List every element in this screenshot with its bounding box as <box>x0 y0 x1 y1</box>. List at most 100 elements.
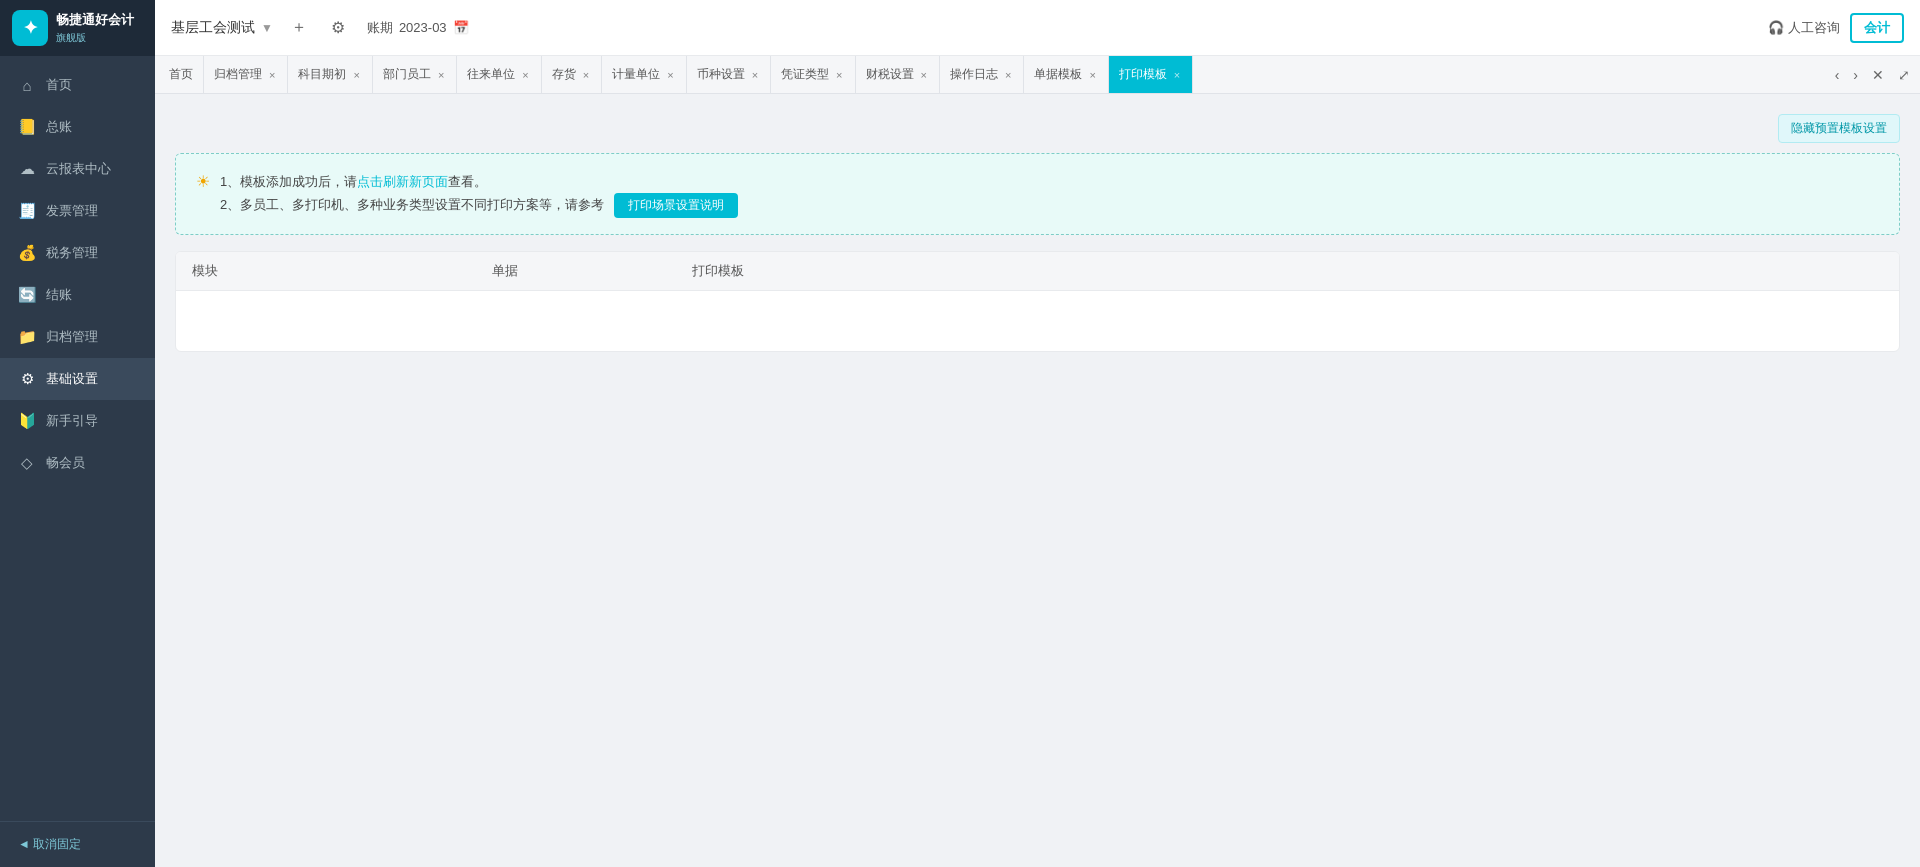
tab-label-tax-settings: 财税设置 <box>866 66 914 83</box>
company-name: 基层工会测试 <box>171 19 255 37</box>
table-body <box>176 291 1899 351</box>
sidebar-unpin[interactable]: ◄ 取消固定 <box>0 821 155 867</box>
tab-operation-log[interactable]: 操作日志 × <box>940 56 1024 93</box>
tab-close-unit[interactable]: × <box>665 69 675 81</box>
add-tab-button[interactable]: ＋ <box>285 13 313 42</box>
info-box: ☀ 1、模板添加成功后，请点击刷新新页面查看。 2、多员工、多打印机、多种业务类… <box>175 153 1900 235</box>
bulb-icon: ☀ <box>196 172 210 191</box>
tab-label-unit: 计量单位 <box>612 66 660 83</box>
sidebar-nav: ⌂ 首页 📒 总账 ☁ 云报表中心 🧾发票管理💰税务管理🔄结账 📁 归档管理 ⚙ 基础设置 🔰新手引导… <box>0 56 155 821</box>
sidebar: ✦ 畅捷通好会计 旗舰版 ⌂首页📒总账☁云报表中心🧾发票管理💰税务管理🔄结账📁归… <box>0 0 155 867</box>
sidebar-item-beginner[interactable]: 🔰新手引导 <box>0 400 155 442</box>
tab-unit[interactable]: 计量单位 × <box>602 56 686 93</box>
tab-close-all-button[interactable]: ✕ <box>1866 63 1890 87</box>
tab-label-partner: 往来单位 <box>467 66 515 83</box>
tab-label-single-doc: 单据模板 <box>1034 66 1082 83</box>
tab-close-operation-log[interactable]: × <box>1003 69 1013 81</box>
tab-single-doc[interactable]: 单据模板 × <box>1024 56 1108 93</box>
tab-close-subject-init[interactable]: × <box>351 69 361 81</box>
topbar: 基层工会测试 ▼ ＋ ⚙ 账期 2023-03 📅 🎧 人工咨询 会计 <box>155 0 1920 56</box>
info-line-1: 1、模板添加成功后，请点击刷新新页面查看。 <box>220 170 738 193</box>
tab-close-partner[interactable]: × <box>520 69 530 81</box>
tab-close-inventory[interactable]: × <box>581 69 591 81</box>
headset-icon: 🎧 <box>1768 20 1784 35</box>
tab-close-tax-settings[interactable]: × <box>919 69 929 81</box>
tab-label-subject-init: 科目期初 <box>298 66 346 83</box>
tab-subject-init[interactable]: 科目期初 × <box>288 56 372 93</box>
logo-icon: ✦ <box>12 10 48 46</box>
sidebar-label-ledger: 总账 <box>46 118 72 136</box>
tab-department[interactable]: 部门员工× <box>373 56 457 93</box>
tax-icon: 💰 <box>18 244 36 262</box>
sidebar-label-archive: 归档管理 <box>46 328 98 346</box>
tab-archive-mgmt[interactable]: 归档管理× <box>204 56 288 93</box>
support-button[interactable]: 🎧 人工咨询 <box>1768 19 1840 37</box>
logo-title: 畅捷通好会计 <box>56 11 134 29</box>
sidebar-item-member[interactable]: ◇ 畅会员 <box>0 442 155 484</box>
main-area: 基层工会测试 ▼ ＋ ⚙ 账期 2023-03 📅 🎧 人工咨询 会计 首页归档… <box>155 0 1920 867</box>
hide-preset-template-button[interactable]: 隐藏预置模板设置 <box>1778 114 1900 143</box>
account-button[interactable]: 会计 <box>1850 13 1904 43</box>
period-label: 账期 <box>367 19 393 37</box>
tab-print-template[interactable]: 打印模板 × <box>1109 56 1193 93</box>
print-template-table: 模块 单据 打印模板 <box>175 251 1900 352</box>
col-header-module: 模块 <box>176 252 476 290</box>
tab-label-home: 首页 <box>169 66 193 83</box>
tab-close-voucher-type[interactable]: × <box>834 69 844 81</box>
tab-close-single-doc[interactable]: × <box>1087 69 1097 81</box>
sidebar-item-home[interactable]: ⌂ 首页 <box>0 64 155 106</box>
refresh-page-link[interactable]: 点击刷新新页面 <box>357 174 448 189</box>
tab-inventory[interactable]: 存货 × <box>542 56 602 93</box>
tab-scroll-right-button[interactable]: › <box>1847 63 1864 87</box>
settings-button[interactable]: ⚙ <box>325 14 351 41</box>
info-line1-prefix: 1、模板添加成功后，请 <box>220 174 357 189</box>
tab-tax-settings[interactable]: 财税设置 × <box>856 56 940 93</box>
home-icon: ⌂ <box>18 77 36 94</box>
table-header: 模块 单据 打印模板 <box>176 252 1899 291</box>
sidebar-item-archive[interactable]: 📁 归档管理 <box>0 316 155 358</box>
col-header-doc: 单据 <box>476 252 676 290</box>
sidebar-label-member: 畅会员 <box>46 454 85 472</box>
tab-maximize-button[interactable]: ⤢ <box>1892 63 1916 87</box>
col-header-template: 打印模板 <box>676 252 1899 290</box>
member-icon: ◇ <box>18 454 36 472</box>
beginner-icon: 🔰 <box>18 412 36 430</box>
info-line-2: 2、多员工、多打印机、多种业务类型设置不同打印方案等，请参考 打印场景设置说明 <box>220 193 738 218</box>
tab-partner[interactable]: 往来单位 × <box>457 56 541 93</box>
tab-close-currency[interactable]: × <box>750 69 760 81</box>
sidebar-item-basic-settings[interactable]: ⚙ 基础设置 <box>0 358 155 400</box>
tab-home[interactable]: 首页 <box>159 56 204 93</box>
tab-label-operation-log: 操作日志 <box>950 66 998 83</box>
sidebar-label-basic-settings: 基础设置 <box>46 370 98 388</box>
basic-settings-icon: ⚙ <box>18 370 36 388</box>
sidebar-item-ledger[interactable]: 📒 总账 <box>0 106 155 148</box>
tab-label-inventory: 存货 <box>552 66 576 83</box>
sidebar-item-settlement[interactable]: 🔄结账 <box>0 274 155 316</box>
tab-close-archive-mgmt[interactable]: × <box>267 69 277 81</box>
sidebar-item-cloud-reports[interactable]: ☁ 云报表中心 <box>0 148 155 190</box>
archive-icon: 📁 <box>18 328 36 346</box>
info-line2-prefix: 2、多员工、多打印机、多种业务类型设置不同打印方案等，请参考 <box>220 197 604 212</box>
topbar-actions: ＋ ⚙ <box>285 13 351 42</box>
invoice-icon: 🧾 <box>18 202 36 220</box>
sidebar-item-invoice[interactable]: 🧾发票管理 <box>0 190 155 232</box>
info-box-content: ☀ 1、模板添加成功后，请点击刷新新页面查看。 2、多员工、多打印机、多种业务类… <box>196 170 1879 218</box>
ledger-icon: 📒 <box>18 118 36 136</box>
sidebar-label-home: 首页 <box>46 76 72 94</box>
calendar-icon[interactable]: 📅 <box>453 20 469 35</box>
content-area: 隐藏预置模板设置 ☀ 1、模板添加成功后，请点击刷新新页面查看。 2、多员工、多… <box>155 94 1920 867</box>
cloud-reports-icon: ☁ <box>18 160 36 178</box>
sidebar-label-cloud-reports: 云报表中心 <box>46 160 111 178</box>
tab-label-print-template: 打印模板 <box>1119 66 1167 83</box>
sidebar-item-tax[interactable]: 💰税务管理 <box>0 232 155 274</box>
tab-scroll-left-button[interactable]: ‹ <box>1829 63 1846 87</box>
tab-currency[interactable]: 币种设置× <box>687 56 771 93</box>
tab-voucher-type[interactable]: 凭证类型× <box>771 56 855 93</box>
tab-close-print-template[interactable]: × <box>1172 69 1182 81</box>
print-scene-help-button[interactable]: 打印场景设置说明 <box>614 193 738 218</box>
period-info: 账期 2023-03 📅 <box>367 19 469 37</box>
tab-nav-buttons: ‹ › ✕ ⤢ <box>1829 63 1916 87</box>
dropdown-chevron-icon[interactable]: ▼ <box>261 21 273 35</box>
unpin-label: ◄ 取消固定 <box>18 836 81 853</box>
tab-close-department[interactable]: × <box>436 69 446 81</box>
